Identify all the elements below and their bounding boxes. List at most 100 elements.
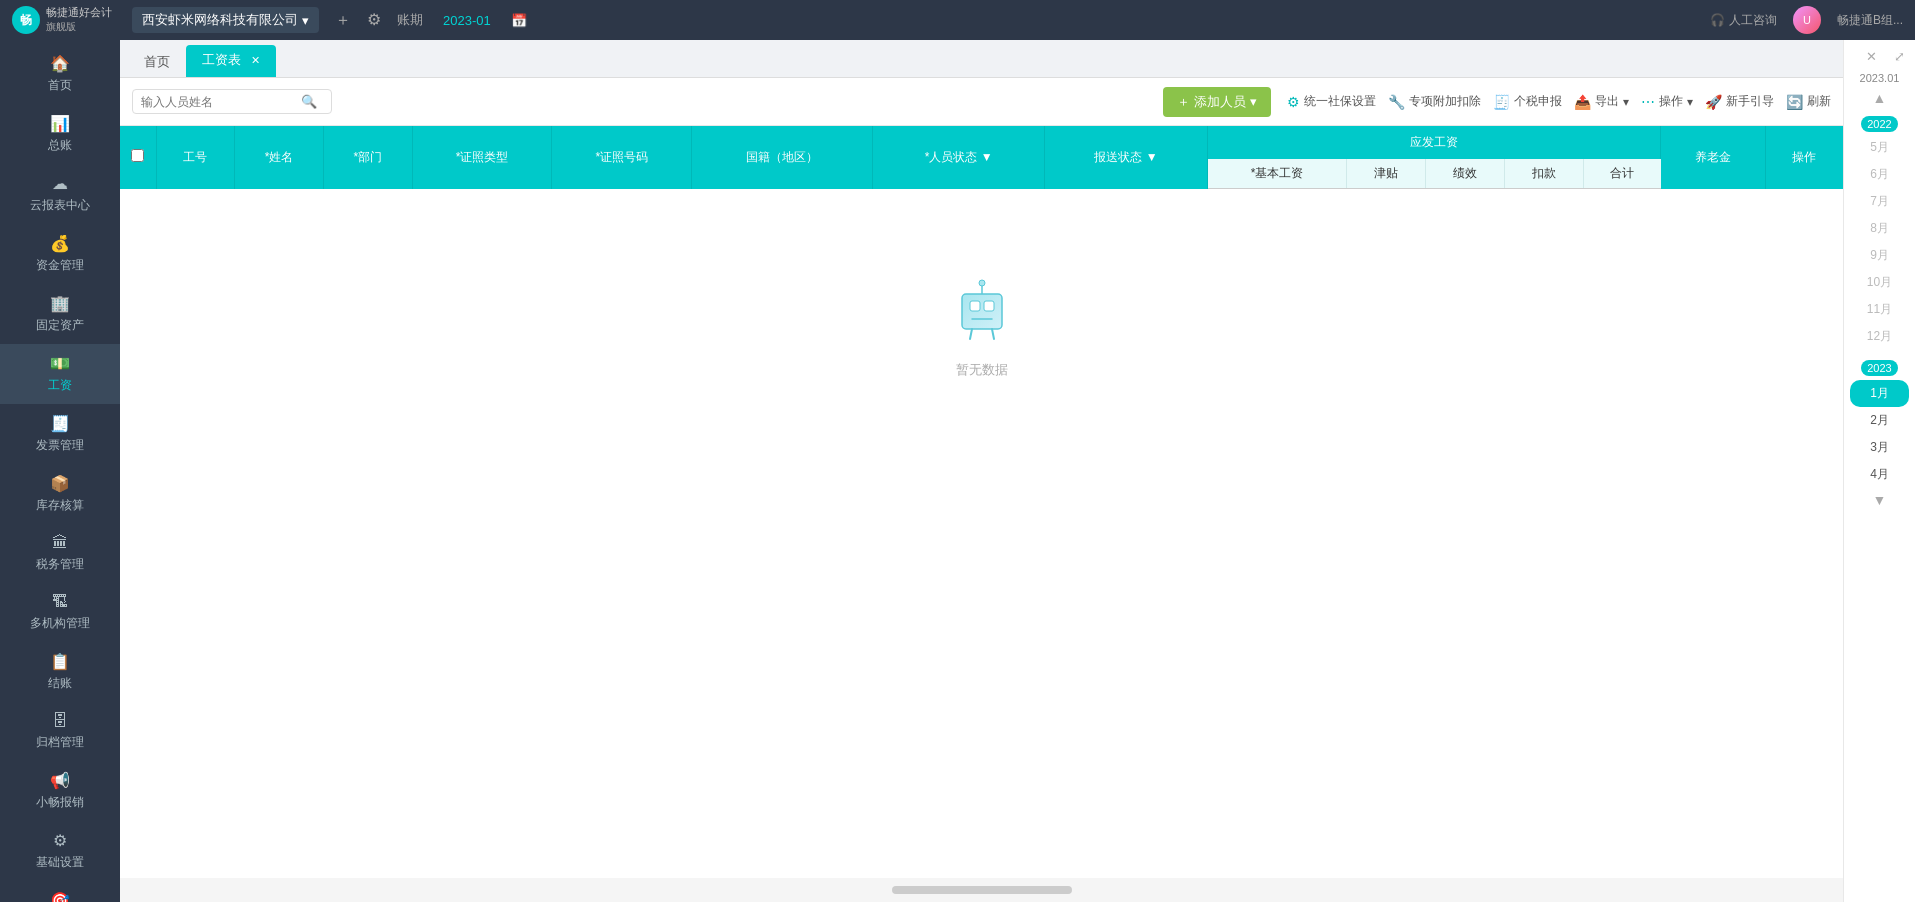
sidebar-item-home[interactable]: 🏠 首页 bbox=[0, 44, 120, 104]
month-2023-01[interactable]: 1月 bbox=[1850, 380, 1909, 407]
guide-button[interactable]: 🚀 新手引导 bbox=[1705, 93, 1774, 110]
col-nationality: 国籍（地区） bbox=[692, 126, 873, 189]
month-2022-07[interactable]: 7月 bbox=[1844, 188, 1915, 215]
calendar-icon[interactable]: 📅 bbox=[511, 13, 527, 28]
current-date-display: 2023.01 bbox=[1860, 70, 1900, 86]
horizontal-scrollbar[interactable] bbox=[120, 878, 1843, 902]
sidebar-label: 发票管理 bbox=[36, 437, 84, 454]
col-actions: 操作 bbox=[1765, 126, 1843, 189]
month-2022-11[interactable]: 11月 bbox=[1844, 296, 1915, 323]
col-base-salary: *基本工资 bbox=[1207, 159, 1347, 189]
salary-table: 工号 *姓名 *部门 *证照类型 *证照号码 国籍（地区） *人员状态 ▼ 报送… bbox=[120, 126, 1843, 459]
month-2022-06[interactable]: 6月 bbox=[1844, 161, 1915, 188]
month-2022-09[interactable]: 9月 bbox=[1844, 242, 1915, 269]
tab-bar: 首页 工资表 ✕ bbox=[120, 40, 1843, 78]
company-selector[interactable]: 西安虾米网络科技有限公司 ▾ bbox=[132, 7, 319, 33]
tax-report-button[interactable]: 🧾 个税申报 bbox=[1493, 93, 1562, 110]
sidebar-label: 基础设置 bbox=[36, 854, 84, 871]
month-2022-12[interactable]: 12月 bbox=[1844, 323, 1915, 350]
company-name: 西安虾米网络科技有限公司 bbox=[142, 11, 298, 29]
search-input[interactable] bbox=[141, 95, 301, 109]
sidebar-item-settings[interactable]: ⚙ 基础设置 bbox=[0, 821, 120, 881]
col-performance: 绩效 bbox=[1426, 159, 1505, 189]
empty-text: 暂无数据 bbox=[956, 361, 1008, 379]
sidebar-item-guide[interactable]: 🎯 新手引导 bbox=[0, 881, 120, 902]
app-logo-icon: 畅 bbox=[12, 6, 40, 34]
sidebar-item-funds[interactable]: 💰 资金管理 bbox=[0, 224, 120, 284]
sidebar-item-ledger[interactable]: 📊 总账 bbox=[0, 104, 120, 164]
col-id-type: *证照类型 bbox=[412, 126, 552, 189]
sidebar-item-multi-org[interactable]: 🏗 多机构管理 bbox=[0, 583, 120, 642]
tax-report-icon: 🧾 bbox=[1493, 94, 1510, 110]
sidebar-label: 总账 bbox=[48, 137, 72, 154]
month-2022-10[interactable]: 10月 bbox=[1844, 269, 1915, 296]
sidebar-label: 小畅报销 bbox=[36, 794, 84, 811]
col-id: 工号 bbox=[156, 126, 235, 189]
home-icon: 🏠 bbox=[50, 54, 70, 73]
headset-icon: 🎧 bbox=[1710, 13, 1725, 27]
social-security-settings-button[interactable]: ⚙ 统一社保设置 bbox=[1287, 93, 1376, 110]
tab-home[interactable]: 首页 bbox=[128, 47, 186, 77]
filter-icon[interactable]: ▼ bbox=[981, 150, 993, 164]
content-area: 首页 工资表 ✕ 🔍 ＋ 添加人员 ▾ ⚙ 统一社保设置 bbox=[120, 40, 1843, 902]
svg-line-6 bbox=[970, 329, 972, 339]
tab-close-icon[interactable]: ✕ bbox=[251, 54, 260, 66]
sidebar-item-salary[interactable]: 💵 工资 bbox=[0, 344, 120, 404]
col-name: *姓名 bbox=[235, 126, 324, 189]
next-year-button[interactable]: ▼ bbox=[1844, 488, 1915, 512]
period-label: 账期 bbox=[397, 11, 423, 29]
more-actions-button[interactable]: ⋯ 操作 ▾ bbox=[1641, 93, 1693, 110]
tab-salary-table[interactable]: 工资表 ✕ bbox=[186, 45, 276, 77]
export-icon: 📤 bbox=[1574, 94, 1591, 110]
scrollbar-thumb[interactable] bbox=[892, 886, 1072, 894]
col-total: 合计 bbox=[1583, 159, 1661, 189]
month-2023-04[interactable]: 4月 bbox=[1844, 461, 1915, 488]
header-right: 🎧 人工咨询 U 畅捷通B组... bbox=[1710, 6, 1903, 34]
month-2023-03[interactable]: 3月 bbox=[1844, 434, 1915, 461]
col-report-status: 报送状态 ▼ bbox=[1045, 126, 1207, 189]
filter-icon[interactable]: ▼ bbox=[1146, 150, 1158, 164]
sidebar-label: 云报表中心 bbox=[30, 197, 90, 214]
multi-org-icon: 🏗 bbox=[52, 593, 68, 611]
prev-year-button[interactable]: ▲ bbox=[1844, 86, 1915, 110]
sidebar-item-invoice[interactable]: 🧾 发票管理 bbox=[0, 404, 120, 464]
special-deduction-button[interactable]: 🔧 专项附加扣除 bbox=[1388, 93, 1481, 110]
sidebar-item-assets[interactable]: 🏢 固定资产 bbox=[0, 284, 120, 344]
col-dept: *部门 bbox=[323, 126, 412, 189]
col-group-payable: 应发工资 bbox=[1207, 126, 1661, 159]
export-button[interactable]: 📤 导出 ▾ bbox=[1574, 93, 1629, 110]
month-2022-08[interactable]: 8月 bbox=[1844, 215, 1915, 242]
sidebar-item-tax[interactable]: 🏛 税务管理 bbox=[0, 524, 120, 583]
assets-icon: 🏢 bbox=[50, 294, 70, 313]
ledger-icon: 📊 bbox=[50, 114, 70, 133]
top-header: 畅 畅捷通好会计 旗舰版 西安虾米网络科技有限公司 ▾ ＋ ⚙ 账期 2023-… bbox=[0, 0, 1915, 40]
sidebar-item-cloud-report[interactable]: ☁ 云报表中心 bbox=[0, 164, 120, 224]
logo-area: 畅 畅捷通好会计 旗舰版 bbox=[12, 6, 132, 34]
more-icon: ⋯ bbox=[1641, 94, 1655, 110]
refresh-button[interactable]: 🔄 刷新 bbox=[1786, 93, 1831, 110]
right-panel: ✕ ⤢ 2023.01 ▲ 2022 5月 6月 7月 8月 9月 10月 11… bbox=[1843, 40, 1915, 902]
month-2023-02[interactable]: 2月 bbox=[1844, 407, 1915, 434]
expand-panel-button[interactable]: ⤢ bbox=[1885, 42, 1913, 70]
service-button[interactable]: 🎧 人工咨询 bbox=[1710, 12, 1777, 29]
select-all-checkbox[interactable] bbox=[131, 149, 144, 162]
col-person-status: *人员状态 ▼ bbox=[873, 126, 1045, 189]
sidebar-item-inventory[interactable]: 📦 库存核算 bbox=[0, 464, 120, 524]
invoice-icon: 🧾 bbox=[50, 414, 70, 433]
svg-point-5 bbox=[979, 280, 985, 286]
settings-button[interactable]: ⚙ bbox=[367, 12, 381, 28]
sidebar-item-expense[interactable]: 📢 小畅报销 bbox=[0, 761, 120, 821]
svg-rect-1 bbox=[970, 301, 980, 311]
sidebar-item-archive[interactable]: 🗄 归档管理 bbox=[0, 702, 120, 761]
svg-rect-2 bbox=[984, 301, 994, 311]
month-2022-05[interactable]: 5月 bbox=[1844, 134, 1915, 161]
add-person-button[interactable]: ＋ 添加人员 ▾ bbox=[1163, 87, 1271, 117]
sidebar-item-close-period[interactable]: 📋 结账 bbox=[0, 642, 120, 702]
period-value[interactable]: 2023-01 bbox=[443, 13, 491, 28]
svg-line-7 bbox=[992, 329, 994, 339]
guide-icon: 🚀 bbox=[1705, 94, 1722, 110]
user-name: 畅捷通B组... bbox=[1837, 12, 1903, 29]
add-icon: ＋ bbox=[1177, 93, 1190, 111]
add-button[interactable]: ＋ bbox=[335, 12, 351, 28]
close-panel-button[interactable]: ✕ bbox=[1857, 42, 1885, 70]
